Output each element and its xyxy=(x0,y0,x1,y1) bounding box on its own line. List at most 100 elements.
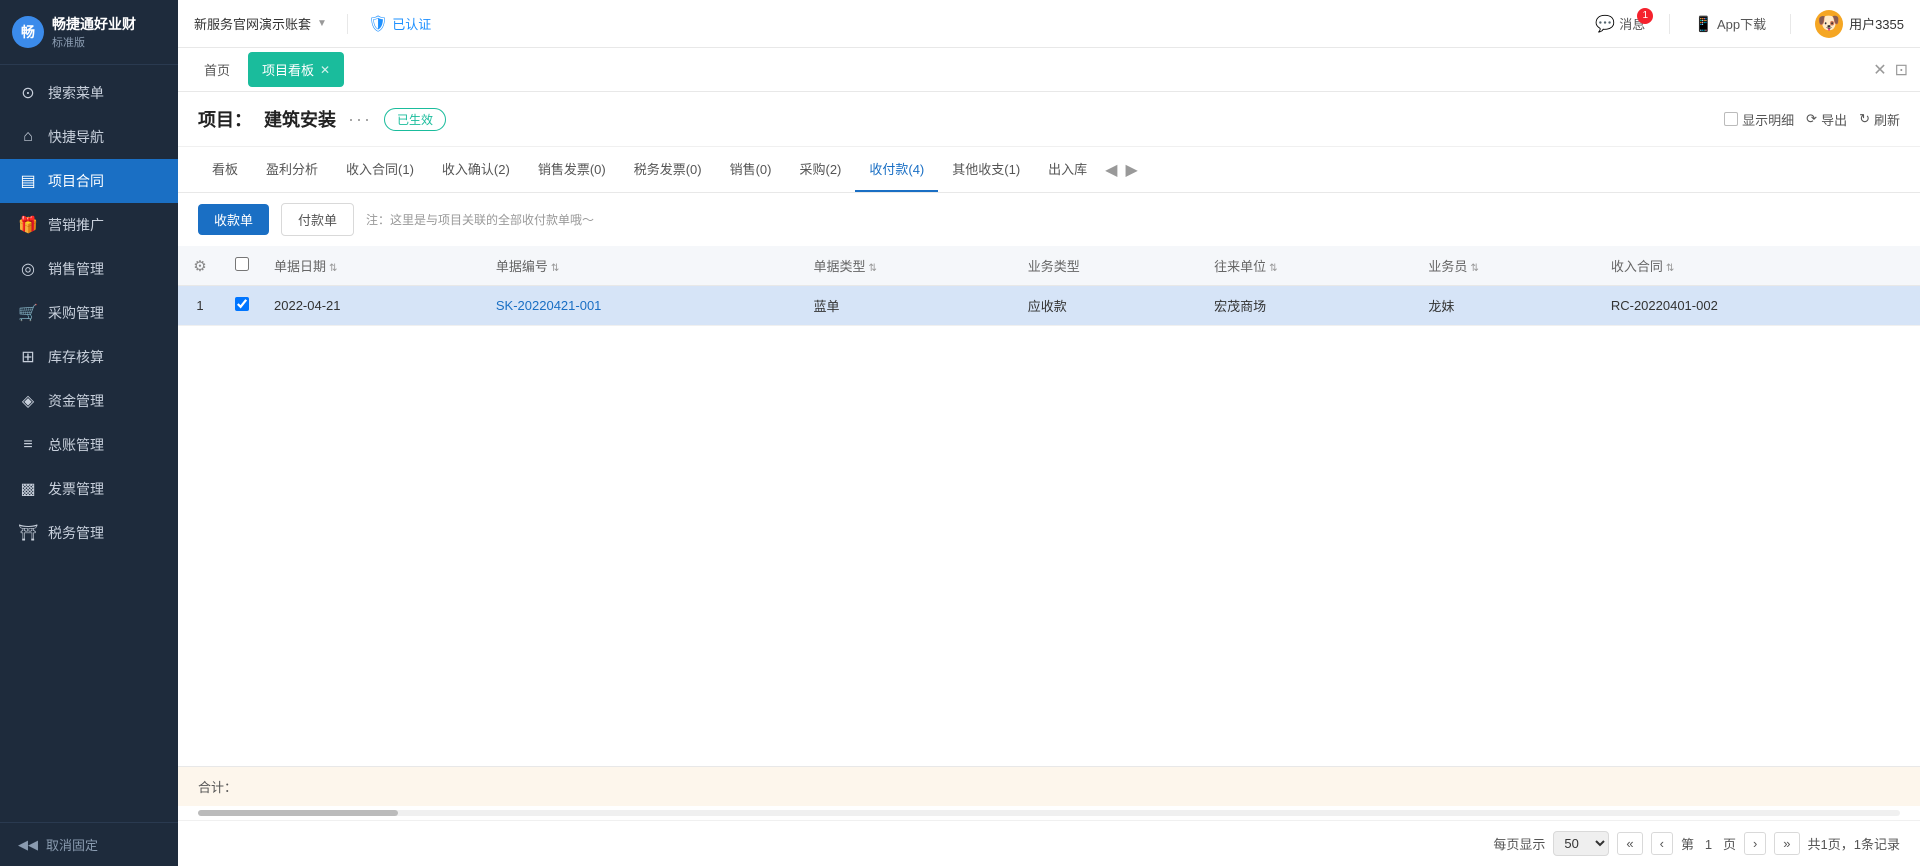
sort-contract-icon[interactable]: ⇅ xyxy=(1666,263,1674,274)
row-checkbox-cell xyxy=(222,286,262,326)
sidebar-item-funds[interactable]: ◈ 资金管理 xyxy=(0,379,178,423)
receipt-btn[interactable]: 收款单 xyxy=(198,204,269,235)
scrollbar-thumb[interactable] xyxy=(198,810,398,816)
sort-counterpart-icon[interactable]: ⇅ xyxy=(1269,263,1277,274)
show-detail-toggle[interactable]: 显示明细 xyxy=(1724,110,1794,129)
sub-nav-purchase[interactable]: 采购(2) xyxy=(785,147,855,192)
sidebar-item-label: 发票管理 xyxy=(48,479,104,499)
close-window-button[interactable]: ✕ xyxy=(1873,60,1886,80)
sidebar-item-purchase[interactable]: 🛒 采购管理 xyxy=(0,291,178,335)
sidebar-item-ledger[interactable]: ≡ 总账管理 xyxy=(0,423,178,467)
sub-nav: 看板 盈利分析 收入合同(1) 收入确认(2) 销售发票(0) 税务发票(0) … xyxy=(178,147,1920,193)
sort-type-icon[interactable]: ⇅ xyxy=(868,263,876,274)
sub-nav-profit[interactable]: 盈利分析 xyxy=(252,147,332,192)
account-selector[interactable]: 新服务官网演示账套 ▼ xyxy=(194,14,327,33)
toolbar: 收款单 付款单 注：这里是与项目关联的全部收付款单哦～ xyxy=(178,193,1920,246)
col-income-contract: 收入合同⇅ xyxy=(1599,246,1920,286)
first-page-btn[interactable]: « xyxy=(1617,832,1642,855)
export-button[interactable]: ⟳ 导出 xyxy=(1806,110,1847,129)
per-page-select[interactable]: 50 100 200 xyxy=(1553,831,1609,856)
prev-page-btn[interactable]: ‹ xyxy=(1651,832,1673,855)
project-icon: ▤ xyxy=(18,171,38,191)
sidebar: 畅 畅捷通好业财 标准版 ⊙ 搜索菜单 ⌂ 快捷导航 ▤ 项目合同 🎁 营销推广… xyxy=(0,0,178,866)
sub-nav-sales-invoice[interactable]: 销售发票(0) xyxy=(524,147,620,192)
sub-nav-income-contract[interactable]: 收入合同(1) xyxy=(332,147,428,192)
verified-label: 已认证 xyxy=(392,14,431,33)
message-button[interactable]: 💬 消息 1 xyxy=(1595,14,1645,34)
sidebar-unpin-button[interactable]: ◀◀ 取消固定 xyxy=(0,822,178,866)
select-all-checkbox[interactable] xyxy=(235,257,249,271)
sub-nav-next[interactable]: ▶ xyxy=(1121,160,1141,180)
topbar-divider-1 xyxy=(347,14,348,34)
sub-nav-inout[interactable]: 出入库 xyxy=(1034,147,1101,192)
sidebar-item-sales[interactable]: ◎ 销售管理 xyxy=(0,247,178,291)
sidebar-item-marketing[interactable]: 🎁 营销推广 xyxy=(0,203,178,247)
project-more-button[interactable]: ··· xyxy=(348,109,372,130)
sort-number-icon[interactable]: ⇅ xyxy=(551,263,559,274)
row-number: SK-20220421-001 xyxy=(484,286,802,326)
row-counterpart: 宏茂商场 xyxy=(1202,286,1416,326)
sidebar-nav: ⊙ 搜索菜单 ⌂ 快捷导航 ▤ 项目合同 🎁 营销推广 ◎ 销售管理 🛒 采购管… xyxy=(0,65,178,822)
sidebar-item-label: 库存核算 xyxy=(48,347,104,367)
sub-nav-kanban[interactable]: 看板 xyxy=(198,147,252,192)
unpin-label: 取消固定 xyxy=(46,835,98,854)
sub-nav-tax-invoice[interactable]: 税务发票(0) xyxy=(620,147,716,192)
show-detail-checkbox[interactable] xyxy=(1724,112,1738,126)
page-indicator: 第 1 页 xyxy=(1681,834,1736,853)
tab-close-icon[interactable]: ✕ xyxy=(320,63,330,77)
table-row[interactable]: 1 2022-04-21 SK-20220421-001 蓝单 应收款 宏茂商场… xyxy=(178,286,1920,326)
sub-nav-payment[interactable]: 收付款(4) xyxy=(855,147,938,192)
sort-salesman-icon[interactable]: ⇅ xyxy=(1470,263,1478,274)
table-body: 1 2022-04-21 SK-20220421-001 蓝单 应收款 宏茂商场… xyxy=(178,286,1920,326)
sidebar-item-label: 营销推广 xyxy=(48,215,104,235)
account-dropdown-icon[interactable]: ▼ xyxy=(317,18,327,29)
sub-nav-prev[interactable]: ◀ xyxy=(1101,160,1121,180)
export-label: 导出 xyxy=(1821,110,1847,129)
sidebar-item-tax[interactable]: ⛩ 税务管理 xyxy=(0,511,178,555)
user-menu[interactable]: 🐶 用户3355 xyxy=(1815,10,1904,38)
phone-icon: 📱 xyxy=(1694,15,1713,33)
col-biz-type: 业务类型 xyxy=(1016,246,1202,286)
sidebar-item-invoice[interactable]: ▩ 发票管理 xyxy=(0,467,178,511)
total-label: 合计： xyxy=(198,777,237,796)
column-settings-icon[interactable]: ⚙ xyxy=(193,258,206,275)
sidebar-item-quicknav[interactable]: ⌂ 快捷导航 xyxy=(0,115,178,159)
last-page-btn[interactable]: » xyxy=(1774,832,1799,855)
toolbar-note: 注：这里是与项目关联的全部收付款单哦～ xyxy=(366,211,594,228)
row-index: 1 xyxy=(178,286,222,326)
avatar: 🐶 xyxy=(1815,10,1843,38)
sidebar-item-label: 税务管理 xyxy=(48,523,104,543)
show-detail-label: 显示明细 xyxy=(1742,110,1794,129)
pagination: 每页显示 50 100 200 « ‹ 第 1 页 › » 共1页，1条记录 xyxy=(178,820,1920,866)
project-title: 建筑安装 xyxy=(264,106,336,132)
sidebar-item-search[interactable]: ⊙ 搜索菜单 xyxy=(0,71,178,115)
home-icon: ⌂ xyxy=(18,128,38,146)
sidebar-item-label: 快捷导航 xyxy=(48,127,104,147)
sub-nav-sales[interactable]: 销售(0) xyxy=(716,147,786,192)
next-page-btn[interactable]: › xyxy=(1744,832,1766,855)
tab-home-label: 首页 xyxy=(204,60,230,79)
sidebar-item-inventory[interactable]: ⊞ 库存核算 xyxy=(0,335,178,379)
project-status-badge: 已生效 xyxy=(384,108,446,131)
col-date: 单据日期⇅ xyxy=(262,246,484,286)
payment-btn[interactable]: 付款单 xyxy=(281,203,354,236)
table-wrap: ⚙ 单据日期⇅ 单据编号⇅ 单据类型⇅ xyxy=(178,246,1920,766)
row-checkbox[interactable] xyxy=(235,297,249,311)
tab-home[interactable]: 首页 xyxy=(190,52,244,87)
scrollbar-row xyxy=(178,806,1920,820)
sidebar-item-project[interactable]: ▤ 项目合同 xyxy=(0,159,178,203)
app-download-button[interactable]: 📱 App下载 xyxy=(1694,14,1766,33)
sort-date-icon[interactable]: ⇅ xyxy=(329,263,337,274)
shield-icon: 🛡 xyxy=(368,14,388,34)
tab-kanban[interactable]: 项目看板 ✕ xyxy=(248,52,344,87)
table-header-row: ⚙ 单据日期⇅ 单据编号⇅ 单据类型⇅ xyxy=(178,246,1920,286)
sidebar-item-label: 销售管理 xyxy=(48,259,104,279)
message-icon: 💬 xyxy=(1595,14,1615,34)
main-area: 新服务官网演示账套 ▼ 🛡 已认证 💬 消息 1 📱 App下载 🐶 xyxy=(178,0,1920,866)
maximize-window-button[interactable]: ⊡ xyxy=(1895,60,1908,80)
col-number: 单据编号⇅ xyxy=(484,246,802,286)
refresh-button[interactable]: ↻ 刷新 xyxy=(1859,110,1900,129)
sub-nav-income-confirm[interactable]: 收入确认(2) xyxy=(428,147,524,192)
row-number-link[interactable]: SK-20220421-001 xyxy=(496,298,602,313)
sub-nav-other[interactable]: 其他收支(1) xyxy=(938,147,1034,192)
